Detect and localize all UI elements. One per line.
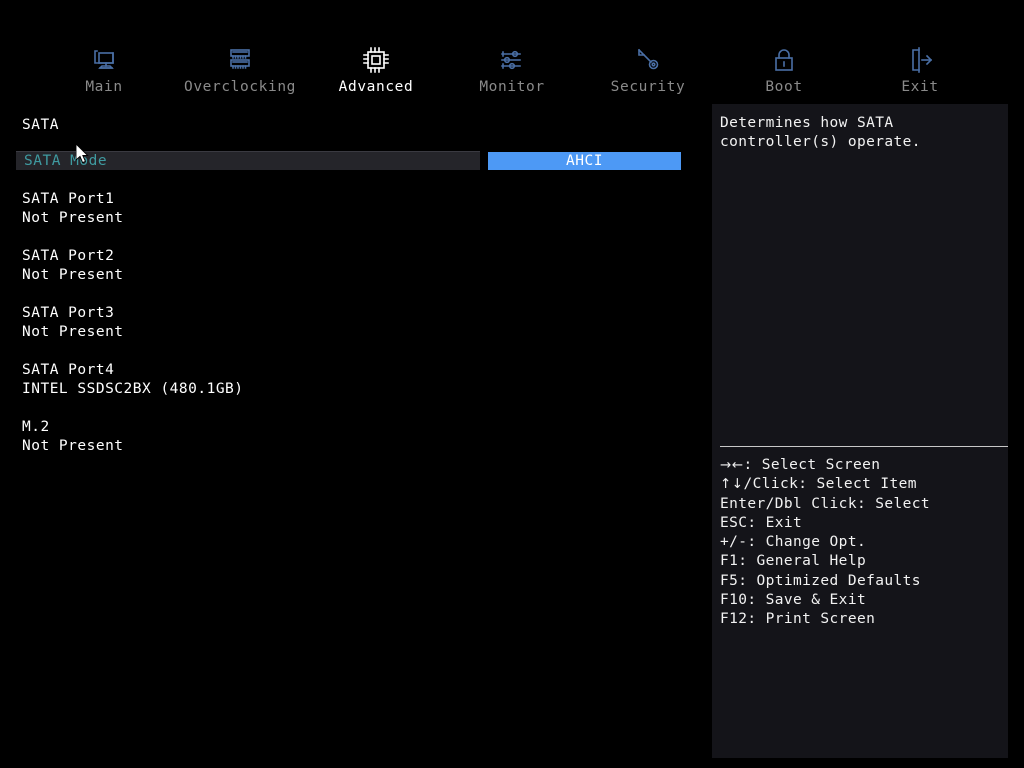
sata-mode-value-dropdown[interactable]: AHCI: [488, 152, 681, 170]
nav-tab-monitor[interactable]: Monitor: [444, 38, 580, 100]
nav-tab-label: Boot: [765, 79, 803, 95]
help-panel: Determines how SATA controller(s) operat…: [712, 104, 1008, 758]
nav-tab-exit[interactable]: Exit: [852, 38, 988, 100]
settings-pane: SATA SATA Mode AHCI SATA Port1 Not Prese…: [0, 100, 712, 768]
nav-tab-label: Overclocking: [184, 79, 296, 95]
cpu-chip-icon: [362, 46, 390, 76]
nav-tab-label: Exit: [901, 79, 939, 95]
nav-tab-overclocking[interactable]: Overclocking: [172, 38, 308, 100]
monitor-icon: [90, 46, 118, 76]
sliders-icon: [498, 46, 526, 76]
setting-label: SATA Mode: [24, 153, 108, 169]
key-legend-line: F5: Optimized Defaults: [720, 572, 921, 589]
device-status: Not Present: [22, 267, 124, 283]
key-legend-line: F12: Print Screen: [720, 611, 876, 628]
select-item-arrows-icon: ↑↓: [720, 476, 744, 493]
lock-icon: [770, 46, 798, 76]
nav-tab-boot[interactable]: Boot: [716, 38, 852, 100]
device-status: INTEL SSDSC2BX (480.1GB): [22, 381, 244, 397]
device-name: SATA Port3: [22, 305, 115, 321]
key-legend-line: Enter/Dbl Click: Select: [720, 495, 930, 512]
nav-tab-label: Advanced: [338, 79, 414, 95]
key-legend-line: ESC: Exit: [720, 514, 803, 531]
key-legend-line: F1: General Help: [720, 553, 867, 570]
device-name: M.2: [22, 419, 50, 435]
device-entry: M.2 Not Present: [22, 418, 682, 456]
main-navigation-bar: Main Overclocking Advanced Monitor Secur…: [0, 0, 1024, 100]
key-legend-line: F10: Save & Exit: [720, 592, 867, 609]
exit-door-icon: [906, 46, 934, 76]
key-legend-line: +/-: Change Opt.: [720, 534, 867, 551]
device-name: SATA Port2: [22, 248, 115, 264]
nav-tab-advanced[interactable]: Advanced: [308, 38, 444, 100]
nav-tab-main[interactable]: Main: [36, 38, 172, 100]
device-name: SATA Port4: [22, 362, 115, 378]
device-entry: SATA Port1 Not Present: [22, 190, 682, 228]
device-status: Not Present: [22, 210, 124, 226]
device-entry: SATA Port4 INTEL SSDSC2BX (480.1GB): [22, 361, 682, 399]
key-legend-line: →←: Select Screen: [720, 456, 1008, 475]
key-icon: [634, 46, 662, 76]
device-status: Not Present: [22, 438, 124, 454]
device-entry: SATA Port2 Not Present: [22, 247, 682, 285]
page-title: SATA: [22, 117, 59, 133]
key-legend-line: ↑↓/Click: Select Item: [720, 475, 1008, 494]
nav-tab-label: Security: [610, 79, 686, 95]
nav-tab-label: Monitor: [479, 79, 545, 95]
help-divider: [720, 446, 1008, 447]
device-entry: SATA Port3 Not Present: [22, 304, 682, 342]
nav-tab-label: Main: [85, 79, 123, 95]
memory-icon: [226, 46, 254, 76]
device-name: SATA Port1: [22, 191, 115, 207]
device-list: SATA Port1 Not Present SATA Port2 Not Pr…: [22, 190, 682, 475]
device-status: Not Present: [22, 324, 124, 340]
select-screen-arrows-icon: →←: [720, 457, 744, 473]
setting-row-sata-mode[interactable]: SATA Mode: [16, 151, 480, 170]
key-legend: →←: Select Screen ↑↓/Click: Select Item …: [720, 456, 1008, 630]
key-legend-text: /Click: Select Item: [743, 476, 917, 493]
key-legend-text: : Select Screen: [743, 457, 881, 473]
help-description: Determines how SATA controller(s) operat…: [720, 115, 921, 150]
nav-tab-security[interactable]: Security: [580, 38, 716, 100]
